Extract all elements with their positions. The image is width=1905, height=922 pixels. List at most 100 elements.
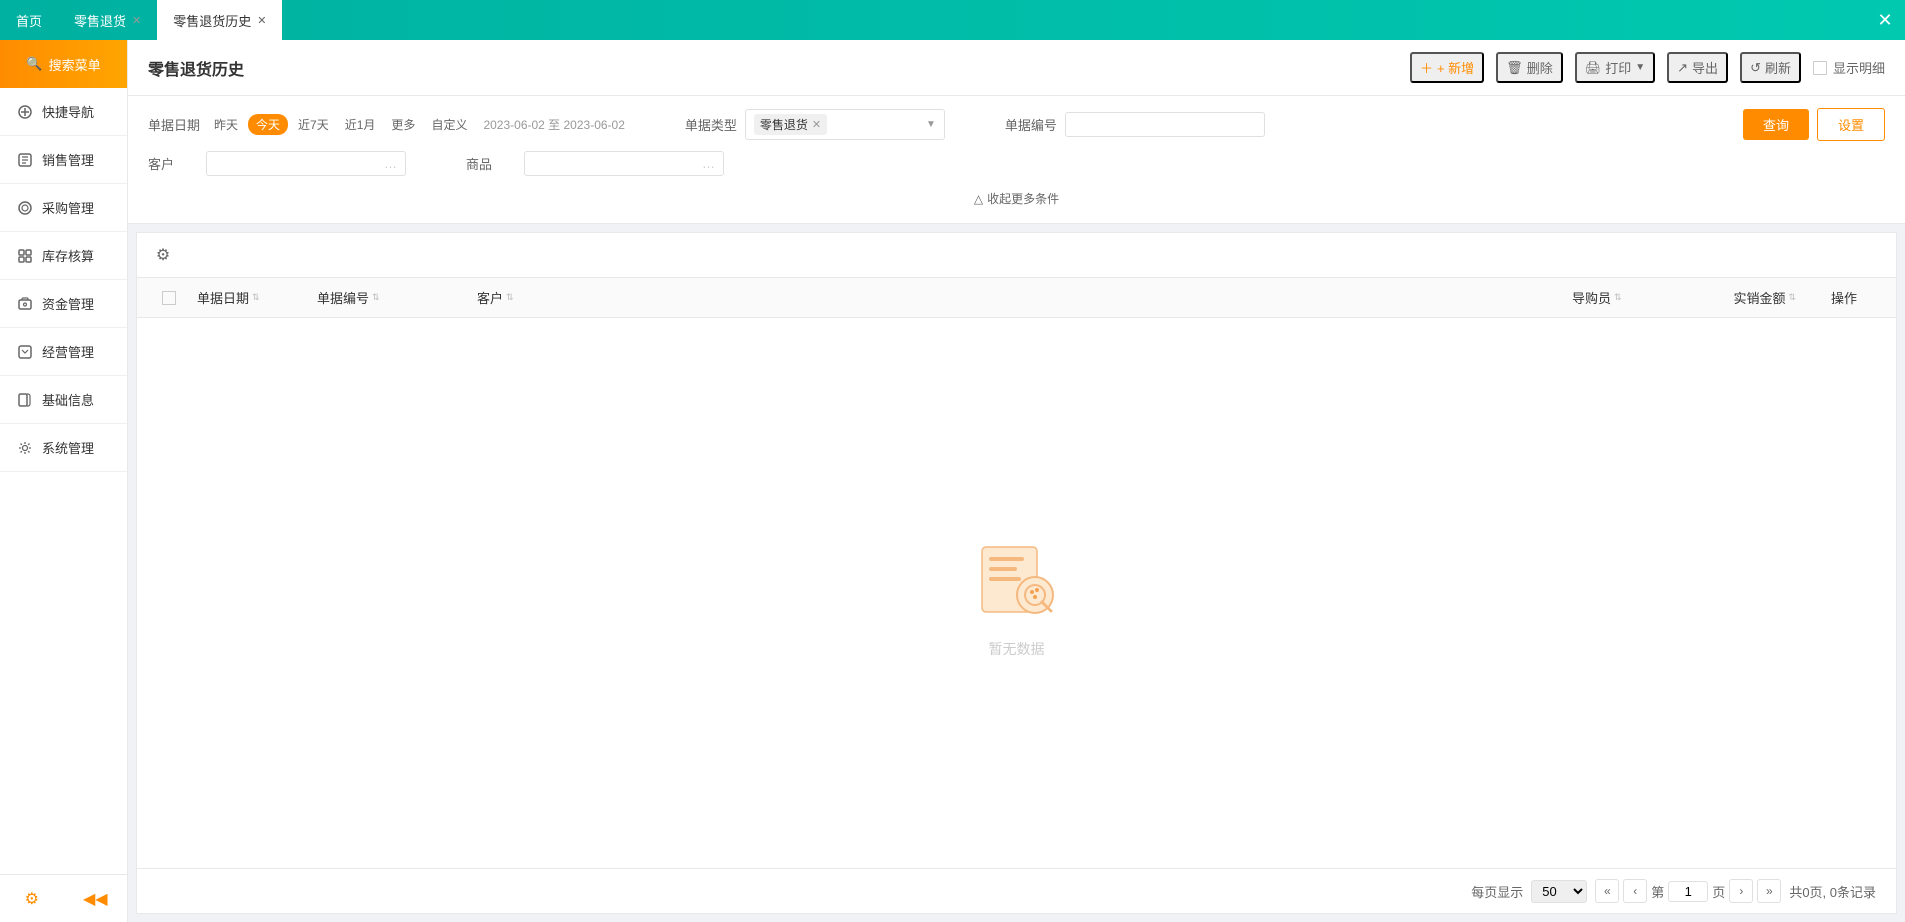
page-go-label: 第: [1651, 882, 1664, 901]
th-number[interactable]: 单据编号 ⇅: [309, 288, 469, 307]
sidebar-item-sales-mgmt[interactable]: 销售管理: [0, 136, 127, 184]
filter-goods-label: 商品: [466, 154, 516, 173]
sidebar-item-operations-label: 经营管理: [42, 342, 94, 361]
number-sort-icon: ⇅: [372, 292, 380, 303]
th-amount[interactable]: 实销金额 ⇅: [1684, 288, 1804, 307]
system-icon: [16, 439, 34, 457]
filter-customer-input[interactable]: …: [206, 151, 406, 176]
sidebar-item-operations[interactable]: 经营管理: [0, 328, 127, 376]
operations-icon: [16, 343, 34, 361]
window-close-button[interactable]: ✕: [1865, 0, 1905, 40]
sidebar-audio-button[interactable]: ◀◀: [64, 875, 128, 922]
filter-row-1: 单据日期 昨天 今天 近7天 近1月 更多 自定义 2023-06-02 至 2…: [148, 108, 1885, 141]
page-suffix: 页: [1712, 882, 1725, 901]
th-checkbox: [149, 290, 189, 306]
sidebar-search[interactable]: 🔍 搜索菜单: [0, 40, 127, 88]
page-next-button[interactable]: ›: [1729, 879, 1753, 903]
table-toolbar: ⚙: [137, 233, 1896, 278]
query-button[interactable]: 查询: [1743, 109, 1809, 140]
tab-bar: 首页 零售退货 ✕ 零售退货历史 ✕: [0, 0, 1865, 40]
header-checkbox[interactable]: [162, 291, 176, 305]
filter-date-range: 2023-06-02 至 2023-06-02: [483, 116, 624, 133]
date-opt-today[interactable]: 今天: [248, 114, 288, 135]
filter-customer-label: 客户: [148, 154, 198, 173]
plus-icon: ＋: [1420, 58, 1433, 77]
th-customer[interactable]: 客户 ⇅: [469, 288, 1564, 307]
filter-number-label: 单据编号: [1005, 115, 1057, 134]
print-dropdown-icon: ▼: [1635, 62, 1645, 73]
empty-icon: [967, 527, 1067, 627]
filter-type-item: 单据类型 零售退货 ✕ ▼: [685, 109, 945, 140]
amount-sort-icon: ⇅: [1788, 292, 1796, 303]
delete-button[interactable]: 🗑 删除: [1496, 52, 1563, 83]
filter-row-2: 客户 … 商品 …: [148, 151, 1885, 176]
finance-icon: [16, 295, 34, 313]
type-tag-close[interactable]: ✕: [812, 118, 821, 131]
sidebar-item-quick-nav[interactable]: 快捷导航: [0, 88, 127, 136]
export-button[interactable]: ↗ 导出: [1667, 52, 1728, 83]
th-guide[interactable]: 导购员 ⇅: [1564, 288, 1684, 307]
collapse-more-button[interactable]: △ 收起更多条件: [970, 186, 1063, 211]
date-opt-yesterday[interactable]: 昨天: [208, 114, 244, 135]
tab-retail-return-history[interactable]: 零售退货历史 ✕: [157, 0, 282, 40]
export-icon: ↗: [1677, 60, 1688, 76]
th-date[interactable]: 单据日期 ⇅: [189, 288, 309, 307]
page-prev-button[interactable]: ‹: [1623, 879, 1647, 903]
main-layout: 🔍 搜索菜单 快捷导航 销售管理 采购管理 库存核算: [0, 40, 1905, 922]
tab-retail-return-close[interactable]: ✕: [132, 14, 141, 27]
delete-icon: 🗑: [1506, 60, 1523, 76]
show-detail[interactable]: 显示明细: [1813, 58, 1885, 77]
print-button[interactable]: 🖨 打印 ▼: [1575, 52, 1655, 83]
top-bar: 首页 零售退货 ✕ 零售退货历史 ✕ ✕: [0, 0, 1905, 40]
guide-sort-icon: ⇅: [1614, 292, 1622, 303]
sidebar-gear-button[interactable]: ⚙: [0, 875, 64, 922]
type-tag: 零售退货 ✕: [754, 114, 827, 135]
sidebar-item-basic-info-label: 基础信息: [42, 390, 94, 409]
basic-info-icon: [16, 391, 34, 409]
sidebar-item-inventory[interactable]: 库存核算: [0, 232, 127, 280]
sidebar-item-purchase-mgmt[interactable]: 采购管理: [0, 184, 127, 232]
tab-home[interactable]: 首页: [0, 0, 58, 40]
table-settings-button[interactable]: ⚙: [149, 241, 177, 269]
customer-sort-icon: ⇅: [506, 292, 514, 303]
page-size-select[interactable]: 50 10 20 100: [1531, 880, 1587, 903]
sidebar-item-basic-info[interactable]: 基础信息: [0, 376, 127, 424]
content-area: 零售退货历史 ＋ + 新增 🗑 删除 🖨 打印 ▼ ↗ 导出: [128, 40, 1905, 922]
new-button[interactable]: ＋ + 新增: [1410, 52, 1484, 83]
filter-goods-input[interactable]: …: [524, 151, 724, 176]
print-icon: 🖨: [1585, 60, 1602, 76]
tab-retail-return-label: 零售退货: [74, 11, 126, 30]
purchase-mgmt-icon: [16, 199, 34, 217]
sidebar-item-system-label: 系统管理: [42, 438, 94, 457]
sidebar-item-quick-nav-label: 快捷导航: [42, 102, 94, 121]
date-opt-custom[interactable]: 自定义: [425, 114, 473, 135]
setting-button[interactable]: 设置: [1817, 108, 1885, 141]
page-last-button[interactable]: »: [1757, 879, 1781, 903]
filter-number-input[interactable]: [1065, 112, 1265, 137]
tab-retail-return-history-label: 零售退货历史: [173, 11, 251, 30]
sidebar-item-system[interactable]: 系统管理: [0, 424, 127, 472]
header-actions: ＋ + 新增 🗑 删除 🖨 打印 ▼ ↗ 导出 ↺: [1410, 52, 1885, 83]
tab-retail-return-history-close[interactable]: ✕: [257, 14, 266, 27]
quick-nav-icon: [16, 103, 34, 121]
tab-retail-return[interactable]: 零售退货 ✕: [58, 0, 157, 40]
table-section: ⚙ 单据日期 ⇅ 单据编号 ⇅ 客户 ⇅: [136, 232, 1897, 914]
empty-text: 暂无数据: [989, 639, 1045, 659]
date-opt-more[interactable]: 更多: [385, 114, 421, 135]
filter-type-label: 单据类型: [685, 115, 737, 134]
date-opt-1month[interactable]: 近1月: [339, 114, 382, 135]
inventory-icon: [16, 247, 34, 265]
page-summary: 共0页, 0条记录: [1789, 882, 1876, 901]
sidebar-search-label: 搜索菜单: [49, 55, 101, 74]
sidebar-item-finance[interactable]: 资金管理: [0, 280, 127, 328]
page-first-button[interactable]: «: [1595, 879, 1619, 903]
show-detail-checkbox[interactable]: [1813, 61, 1827, 75]
page-number-input[interactable]: [1668, 881, 1708, 902]
empty-state: 暂无数据: [137, 318, 1896, 868]
filter-type-select[interactable]: 零售退货 ✕ ▼: [745, 109, 945, 140]
date-opt-7days[interactable]: 近7天: [292, 114, 335, 135]
filter-date-options: 昨天 今天 近7天 近1月 更多 自定义: [208, 114, 473, 135]
refresh-button[interactable]: ↺ 刷新: [1740, 52, 1801, 83]
filter-customer-item: 客户 …: [148, 151, 406, 176]
type-select-arrow: ▼: [926, 119, 936, 130]
